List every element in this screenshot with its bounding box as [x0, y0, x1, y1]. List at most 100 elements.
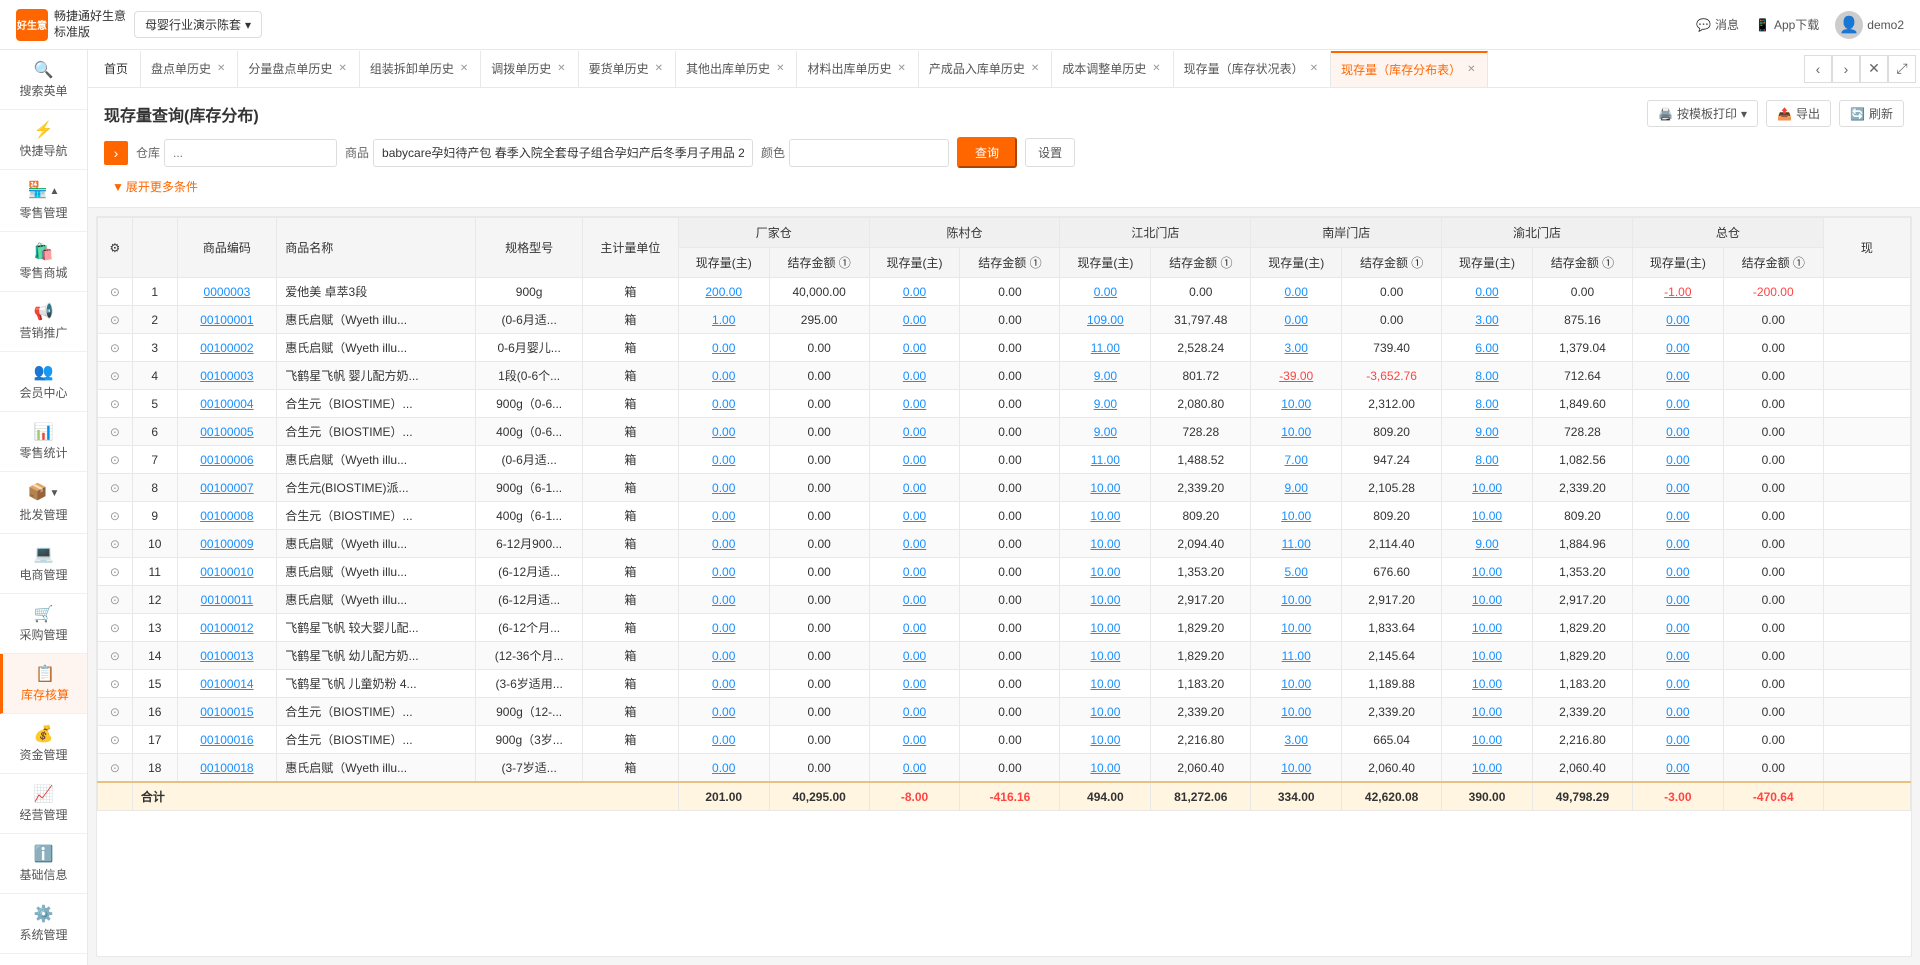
cell-settings[interactable]: ⊙ [98, 698, 133, 726]
cell-nanan-stock[interactable]: 10.00 [1251, 418, 1342, 446]
cell-settings[interactable]: ⊙ [98, 754, 133, 783]
tab-close-stock-dist[interactable]: ✕ [1465, 63, 1477, 76]
cell-factory-stock[interactable]: 0.00 [678, 446, 769, 474]
tab-close-order[interactable]: ✕ [653, 62, 665, 75]
cell-factory-stock[interactable]: 0.00 [678, 474, 769, 502]
cell-code[interactable]: 00100012 [177, 614, 277, 642]
tab-close-inventory-count[interactable]: ✕ [215, 62, 227, 75]
cell-total-stock[interactable]: 0.00 [1632, 698, 1723, 726]
cell-code[interactable]: 00100005 [177, 418, 277, 446]
cell-chen-stock[interactable]: 0.00 [869, 642, 960, 670]
sidebar-item-retail-mgmt[interactable]: 🏪 ▲ 零售管理 [0, 170, 87, 232]
cell-chen-stock[interactable]: 0.00 [869, 726, 960, 754]
tab-inventory-count[interactable]: 盘点单历史 ✕ [141, 51, 238, 87]
cell-yuanbei-stock[interactable]: 3.00 [1442, 306, 1533, 334]
cell-yuanbei-stock[interactable]: 6.00 [1442, 334, 1533, 362]
cell-factory-stock[interactable]: 0.00 [678, 726, 769, 754]
cell-chen-stock[interactable]: 0.00 [869, 390, 960, 418]
cell-total-stock[interactable]: 0.00 [1632, 670, 1723, 698]
cell-code[interactable]: 00100018 [177, 754, 277, 783]
cell-total-stock[interactable]: 0.00 [1632, 306, 1723, 334]
cell-settings[interactable]: ⊙ [98, 586, 133, 614]
cell-nanan-stock[interactable]: 11.00 [1251, 642, 1342, 670]
cell-code[interactable]: 00100006 [177, 446, 277, 474]
cell-nanan-stock[interactable]: 0.00 [1251, 306, 1342, 334]
cell-factory-stock[interactable]: 200.00 [678, 278, 769, 306]
cell-settings[interactable]: ⊙ [98, 446, 133, 474]
sidebar-item-finance[interactable]: 💰 资金管理 [0, 714, 87, 774]
cell-yuanbei-stock[interactable]: 10.00 [1442, 726, 1533, 754]
cell-total-stock[interactable]: 0.00 [1632, 558, 1723, 586]
cell-chen-stock[interactable]: 0.00 [869, 670, 960, 698]
cell-factory-stock[interactable]: 0.00 [678, 754, 769, 783]
cell-chen-stock[interactable]: 0.00 [869, 474, 960, 502]
cell-nanan-stock[interactable]: 10.00 [1251, 670, 1342, 698]
cell-code[interactable]: 00100016 [177, 726, 277, 754]
cell-nanan-stock[interactable]: 7.00 [1251, 446, 1342, 474]
export-btn[interactable]: 📤 导出 [1766, 100, 1831, 127]
cell-factory-stock[interactable]: 0.00 [678, 530, 769, 558]
settings-btn[interactable]: 设置 [1025, 138, 1075, 167]
cell-nanan-stock[interactable]: 10.00 [1251, 614, 1342, 642]
cell-total-stock[interactable]: 0.00 [1632, 726, 1723, 754]
filter-toggle[interactable]: › [104, 141, 128, 165]
sidebar-item-ecommerce[interactable]: 💻 电商管理 [0, 534, 87, 594]
cell-nanan-stock[interactable]: 5.00 [1251, 558, 1342, 586]
sidebar-item-system[interactable]: ⚙️ 系统管理 [0, 894, 87, 954]
cell-yuanbei-stock[interactable]: 10.00 [1442, 642, 1533, 670]
cell-factory-stock[interactable]: 0.00 [678, 614, 769, 642]
cell-settings[interactable]: ⊙ [98, 502, 133, 530]
cell-factory-stock[interactable]: 0.00 [678, 418, 769, 446]
cell-jiangbei-stock[interactable]: 109.00 [1060, 306, 1151, 334]
cell-settings[interactable]: ⊙ [98, 278, 133, 306]
message-btn[interactable]: 💬 消息 [1696, 16, 1739, 33]
cell-chen-stock[interactable]: 0.00 [869, 418, 960, 446]
cell-factory-stock[interactable]: 0.00 [678, 586, 769, 614]
sidebar-item-ops[interactable]: 📈 经营管理 [0, 774, 87, 834]
cell-jiangbei-stock[interactable]: 10.00 [1060, 502, 1151, 530]
cell-nanan-stock[interactable]: 11.00 [1251, 530, 1342, 558]
cell-chen-stock[interactable]: 0.00 [869, 586, 960, 614]
tab-next-btn[interactable]: › [1832, 55, 1860, 83]
cell-total-stock[interactable]: 0.00 [1632, 502, 1723, 530]
tab-close-transfer[interactable]: ✕ [555, 62, 567, 75]
cell-code[interactable]: 00100009 [177, 530, 277, 558]
cell-chen-stock[interactable]: 0.00 [869, 530, 960, 558]
cell-yuanbei-stock[interactable]: 9.00 [1442, 530, 1533, 558]
cell-settings[interactable]: ⊙ [98, 306, 133, 334]
cell-jiangbei-stock[interactable]: 10.00 [1060, 698, 1151, 726]
tab-close-all-btn[interactable]: ✕ [1860, 55, 1888, 83]
sidebar-item-basic[interactable]: ℹ️ 基础信息 [0, 834, 87, 894]
cell-yuanbei-stock[interactable]: 10.00 [1442, 558, 1533, 586]
cell-nanan-stock[interactable]: -39.00 [1251, 362, 1342, 390]
cell-yuanbei-stock[interactable]: 10.00 [1442, 586, 1533, 614]
tab-cost-adjust[interactable]: 成本调整单历史 ✕ [1052, 51, 1173, 87]
cell-factory-stock[interactable]: 0.00 [678, 334, 769, 362]
refresh-btn[interactable]: 🔄 刷新 [1839, 100, 1904, 127]
cell-jiangbei-stock[interactable]: 10.00 [1060, 586, 1151, 614]
cell-jiangbei-stock[interactable]: 11.00 [1060, 446, 1151, 474]
cell-nanan-stock[interactable]: 10.00 [1251, 698, 1342, 726]
cell-total-stock[interactable]: 0.00 [1632, 446, 1723, 474]
tab-material-out[interactable]: 材料出库单历史 ✕ [797, 51, 918, 87]
tab-close-material-out[interactable]: ✕ [895, 62, 907, 75]
cell-jiangbei-stock[interactable]: 10.00 [1060, 558, 1151, 586]
cell-yuanbei-stock[interactable]: 8.00 [1442, 362, 1533, 390]
sidebar-item-search[interactable]: 🔍 搜索英单 [0, 50, 87, 110]
cell-nanan-stock[interactable]: 3.00 [1251, 726, 1342, 754]
tab-close-split-count[interactable]: ✕ [336, 62, 348, 75]
cell-nanan-stock[interactable]: 3.00 [1251, 334, 1342, 362]
cell-factory-stock[interactable]: 0.00 [678, 502, 769, 530]
cell-nanan-stock[interactable]: 9.00 [1251, 474, 1342, 502]
cell-jiangbei-stock[interactable]: 9.00 [1060, 390, 1151, 418]
tab-home[interactable]: 首页 [92, 51, 141, 87]
tab-combo-disassemble[interactable]: 组装拆卸单历史 ✕ [360, 51, 481, 87]
user-menu[interactable]: 👤 demo2 [1835, 11, 1904, 39]
cell-settings[interactable]: ⊙ [98, 390, 133, 418]
cell-code[interactable]: 00100004 [177, 390, 277, 418]
cell-total-stock[interactable]: 0.00 [1632, 614, 1723, 642]
cell-factory-stock[interactable]: 0.00 [678, 558, 769, 586]
cell-code[interactable]: 00100015 [177, 698, 277, 726]
tab-close-stock-status[interactable]: ✕ [1308, 62, 1320, 75]
sidebar-item-quicknav[interactable]: ⚡ 快捷导航 [0, 110, 87, 170]
